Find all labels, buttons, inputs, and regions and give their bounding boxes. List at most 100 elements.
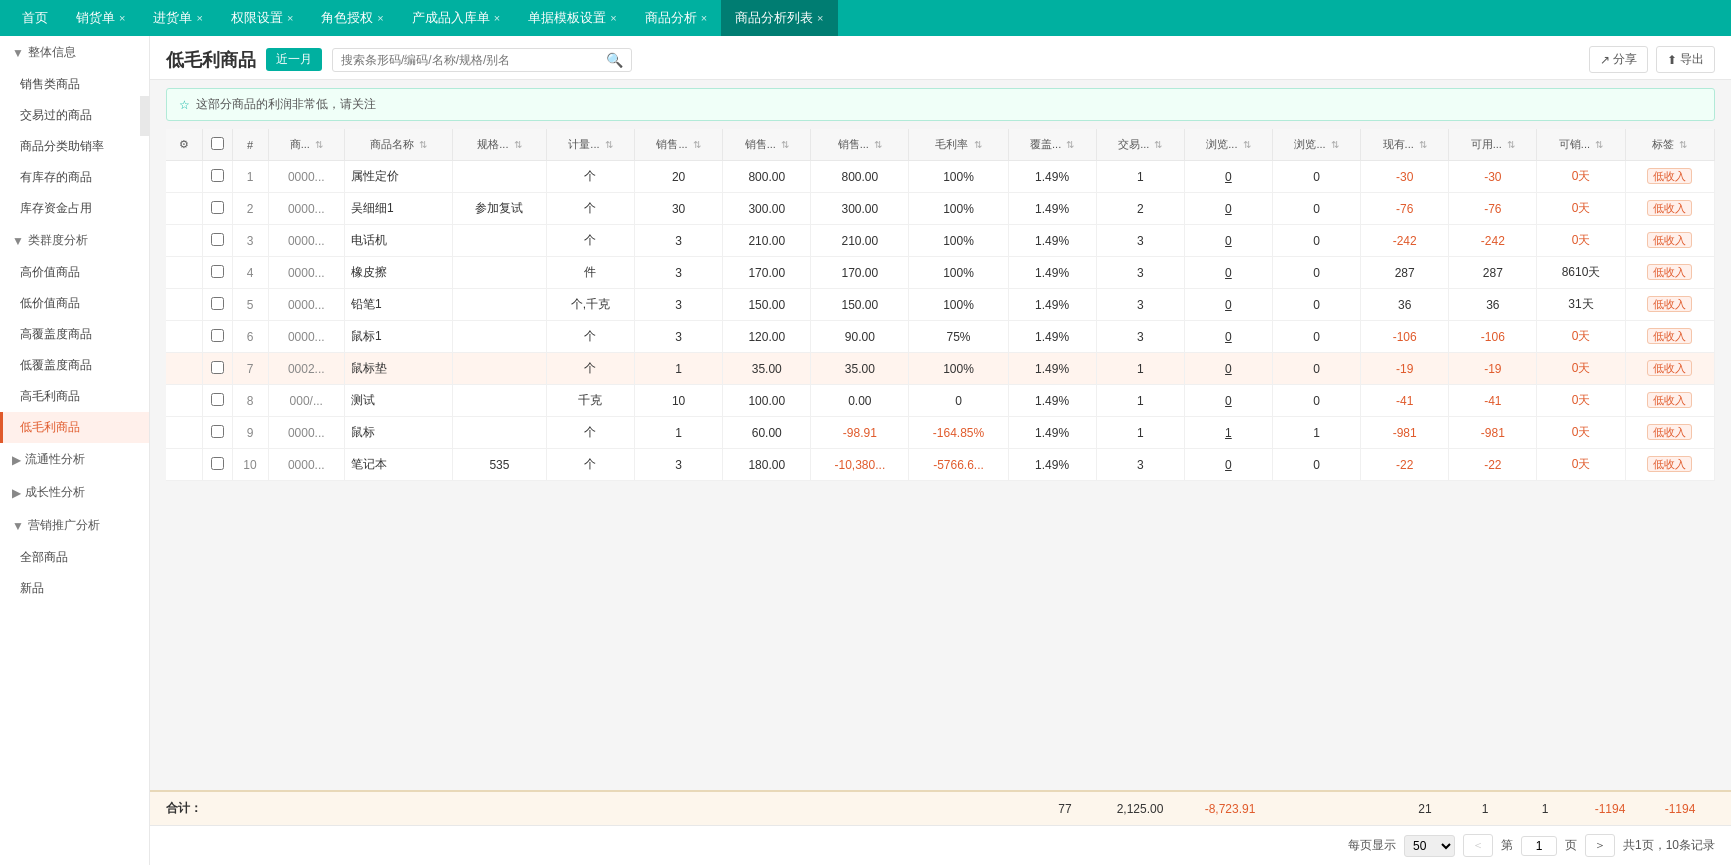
select-all-checkbox[interactable] — [211, 137, 224, 150]
col-transactions[interactable]: 交易... ⇅ — [1096, 129, 1184, 161]
nav-template-settings[interactable]: 单据模板设置 × — [514, 0, 630, 36]
nav-template-settings-close[interactable]: × — [610, 12, 616, 24]
cell-code: 0000... — [268, 161, 345, 193]
col-sales-profit[interactable]: 销售... ⇅ — [811, 129, 909, 161]
sidebar-item-high-coverage[interactable]: 高覆盖度商品 — [0, 319, 149, 350]
sidebar-item-sales-products[interactable]: 销售类商品 — [0, 69, 149, 100]
nav-sales-order-close[interactable]: × — [119, 12, 125, 24]
nav-role-auth[interactable]: 角色授权 × — [307, 0, 397, 36]
nav-product-inbound[interactable]: 产成品入库单 × — [398, 0, 514, 36]
col-gross-margin[interactable]: 毛利率 ⇅ — [909, 129, 1008, 161]
sidebar-item-all-products[interactable]: 全部商品 — [0, 542, 149, 573]
sidebar-item-low-coverage[interactable]: 低覆盖度商品 — [0, 350, 149, 381]
cell-num: 4 — [232, 257, 268, 289]
cell-views1[interactable]: 0 — [1184, 289, 1272, 321]
row-checkbox[interactable] — [211, 457, 224, 470]
nav-product-inbound-close[interactable]: × — [494, 12, 500, 24]
prev-page-btn[interactable]: ＜ — [1463, 834, 1493, 857]
cell-available: -30 — [1449, 161, 1537, 193]
cell-spec: 535 — [452, 449, 546, 481]
col-settings[interactable]: ⚙ — [166, 129, 202, 161]
cell-views1[interactable]: 0 — [1184, 161, 1272, 193]
sidebar-section-growth[interactable]: ▶ 成长性分析 — [0, 476, 149, 509]
nav-product-analysis[interactable]: 商品分析 × — [631, 0, 721, 36]
nav-product-analysis-list-close[interactable]: × — [817, 12, 823, 24]
sidebar-section-marketing[interactable]: ▼ 营销推广分析 — [0, 509, 149, 542]
total-info: 共1页，10条记录 — [1623, 837, 1715, 854]
sidebar-item-high-margin[interactable]: 高毛利商品 — [0, 381, 149, 412]
row-checkbox[interactable] — [211, 393, 224, 406]
col-spec[interactable]: 规格... ⇅ — [452, 129, 546, 161]
table-row: 7 0002... 鼠标垫 个 1 35.00 35.00 100% 1.49%… — [166, 353, 1715, 385]
share-button[interactable]: ↗ 分享 — [1589, 46, 1648, 73]
cell-views1[interactable]: 0 — [1184, 225, 1272, 257]
nav-home[interactable]: 首页 — [8, 0, 62, 36]
table-container[interactable]: ⚙ # 商... ⇅ 商品名称 ⇅ 规格... ⇅ 计量... ⇅ 销售... … — [166, 129, 1715, 790]
row-checkbox[interactable] — [211, 425, 224, 438]
nav-permissions-close[interactable]: × — [287, 12, 293, 24]
sidebar-item-in-stock-products[interactable]: 有库存的商品 — [0, 162, 149, 193]
col-sales-price[interactable]: 销售... ⇅ — [723, 129, 811, 161]
period-button[interactable]: 近一月 — [266, 48, 322, 71]
col-name[interactable]: 商品名称 ⇅ — [345, 129, 453, 161]
nav-sales-order[interactable]: 销货单 × — [62, 0, 139, 36]
arrow-icon: ▼ — [12, 46, 24, 60]
sidebar-item-low-value[interactable]: 低价值商品 — [0, 288, 149, 319]
sidebar-item-traded-products[interactable]: 交易过的商品 — [0, 100, 149, 131]
sidebar-section-liquidity[interactable]: ▶ 流通性分析 — [0, 443, 149, 476]
cell-views1[interactable]: 1 — [1184, 417, 1272, 449]
row-checkbox[interactable] — [211, 361, 224, 374]
nav-permissions[interactable]: 权限设置 × — [217, 0, 307, 36]
col-unit[interactable]: 计量... ⇅ — [546, 129, 634, 161]
row-checkbox[interactable] — [211, 201, 224, 214]
col-tag[interactable]: 标签 ⇅ — [1625, 129, 1714, 161]
col-views1[interactable]: 浏览... ⇅ — [1184, 129, 1272, 161]
cell-sales-qty: 3 — [635, 225, 723, 257]
col-current-stock[interactable]: 现有... ⇅ — [1361, 129, 1449, 161]
cell-spec — [452, 321, 546, 353]
sidebar-item-category-sales-rate[interactable]: 商品分类助销率 — [0, 131, 149, 162]
search-icon[interactable]: 🔍 — [606, 52, 623, 68]
cell-gross-margin: 100% — [909, 225, 1008, 257]
cell-checkbox — [202, 417, 232, 449]
sidebar-item-low-margin[interactable]: 低毛利商品 — [0, 412, 149, 443]
sidebar-item-high-value[interactable]: 高价值商品 — [0, 257, 149, 288]
cell-views1[interactable]: 0 — [1184, 353, 1272, 385]
nav-product-analysis-close[interactable]: × — [701, 12, 707, 24]
col-saleable[interactable]: 可销... ⇅ — [1537, 129, 1625, 161]
sidebar: ▼ 整体信息 销售类商品 交易过的商品 商品分类助销率 有库存的商品 库存资金占… — [0, 36, 150, 865]
sidebar-item-new-products[interactable]: 新品 — [0, 573, 149, 604]
cell-code: 0000... — [268, 417, 345, 449]
cell-views1[interactable]: 0 — [1184, 449, 1272, 481]
sidebar-section-cluster[interactable]: ▼ 类群度分析 — [0, 224, 149, 257]
sidebar-collapse-btn[interactable]: 《 — [140, 96, 150, 136]
col-available[interactable]: 可用... ⇅ — [1449, 129, 1537, 161]
cell-name: 鼠标 — [345, 417, 453, 449]
row-checkbox[interactable] — [211, 265, 224, 278]
per-page-select[interactable]: 50 100 200 — [1404, 835, 1455, 857]
cell-views1[interactable]: 0 — [1184, 385, 1272, 417]
col-coverage[interactable]: 覆盖... ⇅ — [1008, 129, 1096, 161]
nav-product-analysis-list[interactable]: 商品分析列表 × — [721, 0, 837, 36]
nav-purchase-order-close[interactable]: × — [196, 12, 202, 24]
cell-tag: 低收入 — [1625, 225, 1714, 257]
row-checkbox[interactable] — [211, 297, 224, 310]
sidebar-section-overall[interactable]: ▼ 整体信息 — [0, 36, 149, 69]
next-page-btn[interactable]: ＞ — [1585, 834, 1615, 857]
cell-views1[interactable]: 0 — [1184, 193, 1272, 225]
col-code[interactable]: 商... ⇅ — [268, 129, 345, 161]
cell-views1[interactable]: 0 — [1184, 257, 1272, 289]
nav-purchase-order[interactable]: 进货单 × — [139, 0, 216, 36]
row-checkbox[interactable] — [211, 329, 224, 342]
cell-views1[interactable]: 0 — [1184, 321, 1272, 353]
col-views2[interactable]: 浏览... ⇅ — [1272, 129, 1360, 161]
row-checkbox[interactable] — [211, 169, 224, 182]
page-number-input[interactable] — [1521, 836, 1557, 856]
sidebar-item-inventory-capital[interactable]: 库存资金占用 — [0, 193, 149, 224]
export-button[interactable]: ⬆ 导出 — [1656, 46, 1715, 73]
search-input[interactable] — [341, 53, 606, 67]
row-checkbox[interactable] — [211, 233, 224, 246]
col-sales-qty[interactable]: 销售... ⇅ — [635, 129, 723, 161]
cell-sales-profit: 150.00 — [811, 289, 909, 321]
nav-role-auth-close[interactable]: × — [377, 12, 383, 24]
